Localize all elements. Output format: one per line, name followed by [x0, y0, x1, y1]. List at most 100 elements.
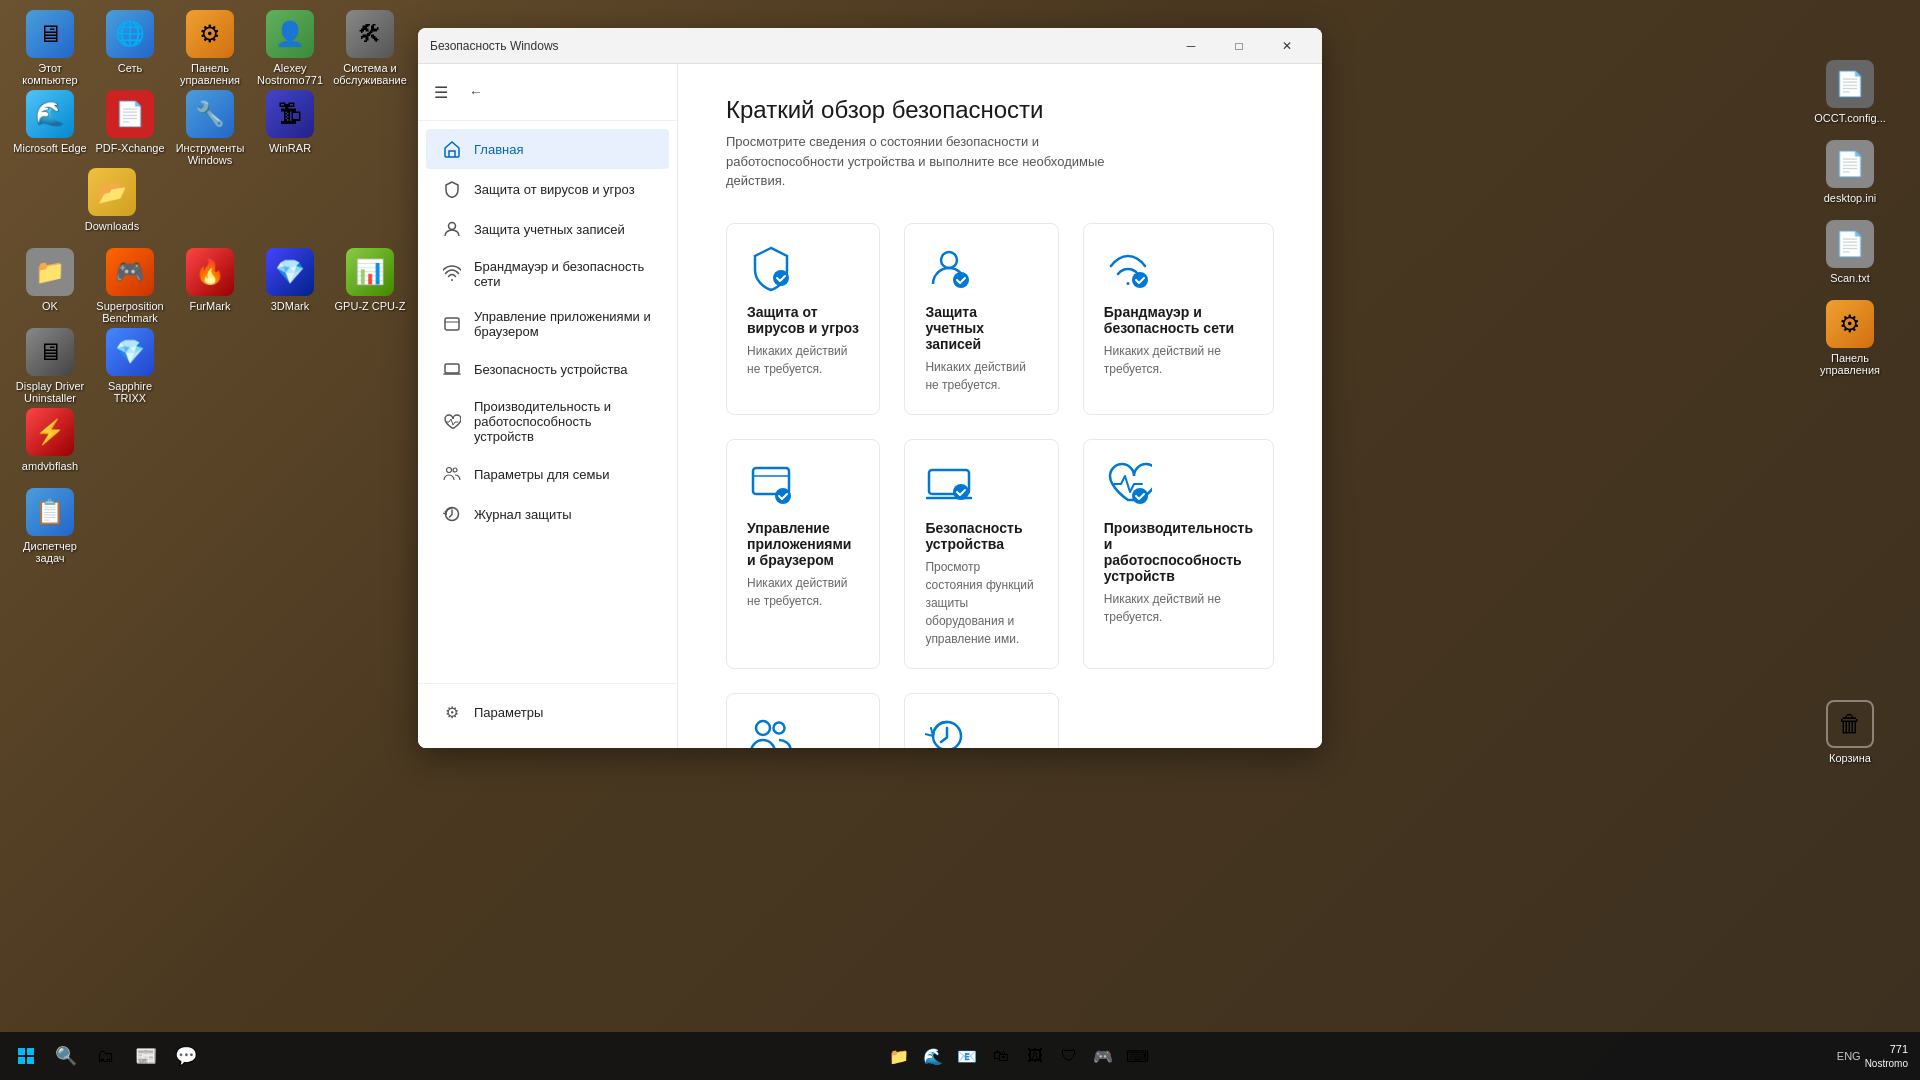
time-block: 771 Nostromo — [1865, 1042, 1908, 1069]
desktop-icon-tools[interactable]: 🔧 Инструменты Windows — [170, 90, 250, 166]
desktop-icon-desktopini[interactable]: 📄 desktop.ini — [1810, 140, 1890, 204]
svg-rect-21 — [27, 1057, 34, 1064]
sidebar-item-device[interactable]: Безопасность устройства — [426, 349, 669, 389]
heart-nav-icon — [442, 412, 462, 432]
card-icon-performance — [1104, 460, 1152, 508]
desktop-icon-user[interactable]: 👤 Alexey Nostromo771 — [250, 10, 330, 86]
desktop-icon-furmark[interactable]: 🔥 FurMark — [170, 248, 250, 312]
desktop-icon-winrar[interactable]: 🗜 WinRAR — [250, 90, 330, 154]
taskbar-lang: ENG — [1837, 1050, 1861, 1062]
card-family[interactable]: Параметры для семьи Определяйте условия … — [726, 693, 880, 749]
desktop-icon-pdf[interactable]: 📄 PDF-Xchange — [90, 90, 170, 154]
tb-mail[interactable]: 📧 — [951, 1040, 983, 1072]
tb-edge[interactable]: 🌊 — [917, 1040, 949, 1072]
desktop-icon-occt[interactable]: 📄 OCCT.config... — [1810, 60, 1890, 124]
card-apps[interactable]: Управление приложениями и браузером Ника… — [726, 439, 880, 669]
sidebar-item-home[interactable]: Главная — [426, 129, 669, 169]
settings-label: Параметры — [474, 705, 543, 720]
widgets-button[interactable]: 📰 — [128, 1038, 164, 1074]
tb-explorer[interactable]: 📁 — [883, 1040, 915, 1072]
card-title-accounts: Защита учетных записей — [925, 304, 1037, 352]
sidebar-top: ☰ ← — [418, 64, 677, 121]
desktop-icon-controlpanel2[interactable]: ⚙ Панель управления — [1810, 300, 1890, 376]
desktop-icon-taskmanager[interactable]: 📋 Диспетчер задач — [10, 488, 90, 564]
card-device[interactable]: Безопасность устройства Просмотр состоян… — [904, 439, 1058, 669]
desktop-icon-scan[interactable]: 📄 Scan.txt — [1810, 220, 1890, 284]
desktop-icon-control-panel[interactable]: ⚙ Панель управления — [170, 10, 250, 86]
desktop-icon-sapphire[interactable]: 💎 Sapphire TRIXX — [90, 328, 170, 404]
card-desc-virus: Никаких действий не требуется. — [747, 342, 859, 378]
card-title-firewall: Брандмауэр и безопасность сети — [1104, 304, 1253, 336]
tb-game[interactable]: 🎮 — [1087, 1040, 1119, 1072]
window-body: ☰ ← Главная — [418, 64, 1322, 748]
desktop-icon-amdvbflash[interactable]: ⚡ amdvbflash — [10, 408, 90, 472]
sidebar-item-virus[interactable]: Защита от вирусов и угроз — [426, 169, 669, 209]
history-nav-icon — [442, 504, 462, 524]
desktop-icon-3dmark[interactable]: 💎 3DMark — [250, 248, 330, 312]
card-virus[interactable]: Защита от вирусов и угроз Никаких действ… — [726, 223, 880, 415]
card-icon-family — [747, 714, 795, 749]
desktop-icon-edge[interactable]: 🌊 Microsoft Edge — [10, 90, 90, 154]
minimize-button[interactable]: ─ — [1168, 31, 1214, 61]
taskview-button[interactable]: 🗂 — [88, 1038, 124, 1074]
svg-rect-1 — [445, 318, 459, 330]
svg-point-11 — [775, 488, 791, 504]
sidebar-item-accounts[interactable]: Защита учетных записей — [426, 209, 669, 249]
sidebar-item-accounts-label: Защита учетных записей — [474, 222, 625, 237]
tb-photos[interactable]: 🖼 — [1019, 1040, 1051, 1072]
sidebar-item-family[interactable]: Параметры для семьи — [426, 454, 669, 494]
card-desc-performance: Никаких действий не требуется. — [1104, 590, 1253, 626]
window-title: Безопасность Windows — [430, 39, 1168, 53]
tb-security[interactable]: 🛡 — [1053, 1040, 1085, 1072]
card-icon-accounts — [925, 244, 973, 292]
person-nav-icon — [442, 219, 462, 239]
sidebar-item-performance[interactable]: Производительность и работоспособность у… — [426, 389, 669, 454]
desktop-icon-gpuz[interactable]: 📊 GPU-Z CPU-Z — [330, 248, 410, 312]
maximize-button[interactable]: □ — [1216, 31, 1262, 61]
svg-rect-2 — [445, 364, 459, 373]
shield-nav-icon — [442, 179, 462, 199]
desktop-icon-downloads[interactable]: 📂 Downloads — [72, 168, 152, 232]
desktop-icon-superposition[interactable]: 🎮 Superposition Benchmark — [90, 248, 170, 324]
svg-point-14 — [1132, 488, 1148, 504]
hamburger-icon[interactable]: ☰ — [434, 83, 448, 102]
sidebar-item-virus-label: Защита от вирусов и угроз — [474, 182, 635, 197]
desktop-icon-network[interactable]: 🌐 Сеть — [90, 10, 170, 74]
desktop-icon-system[interactable]: 🛠 Система и обслуживание — [330, 10, 410, 86]
tb-store[interactable]: 🛍 — [985, 1040, 1017, 1072]
tb-terminal[interactable]: ⌨ — [1121, 1040, 1153, 1072]
desktop-icon-ddu[interactable]: 🖥 Display Driver Uninstaller — [10, 328, 90, 404]
svg-point-16 — [774, 722, 785, 733]
main-content: Краткий обзор безопасности Просмотрите с… — [678, 64, 1322, 748]
settings-icon: ⚙ — [442, 702, 462, 722]
settings-item[interactable]: ⚙ Параметры — [434, 692, 661, 732]
svg-rect-18 — [18, 1048, 25, 1055]
svg-point-6 — [773, 270, 789, 286]
card-icon-virus — [747, 244, 795, 292]
sidebar-item-performance-label: Производительность и работоспособность у… — [474, 399, 653, 444]
svg-point-7 — [941, 252, 957, 268]
page-title: Краткий обзор безопасности — [726, 96, 1274, 124]
desktop-icon-ok[interactable]: 📁 OK — [10, 248, 90, 312]
back-button[interactable]: ← — [460, 76, 492, 108]
search-button[interactable]: 🔍 — [48, 1038, 84, 1074]
chat-button[interactable]: 💬 — [168, 1038, 204, 1074]
start-button[interactable] — [8, 1038, 44, 1074]
desktop-icons-right: 📄 OCCT.config... 📄 desktop.ini 📄 Scan.tx… — [1800, 0, 1920, 780]
sidebar-item-history-label: Журнал защиты — [474, 507, 572, 522]
desktop-icon-computer[interactable]: 🖥 Этот компьютер — [10, 10, 90, 86]
desktop-icon-recycle[interactable]: 🗑 Корзина — [1810, 700, 1890, 764]
taskbar-user: Nostromo — [1865, 1057, 1908, 1070]
sidebar-item-apps[interactable]: Управление приложениями и браузером — [426, 299, 669, 349]
close-button[interactable]: ✕ — [1264, 31, 1310, 61]
card-accounts[interactable]: Защита учетных записей Никаких действий … — [904, 223, 1058, 415]
card-title-apps: Управление приложениями и браузером — [747, 520, 859, 568]
card-performance[interactable]: Производительность и работоспособность у… — [1083, 439, 1274, 669]
sidebar-item-firewall[interactable]: Брандмауэр и безопасность сети — [426, 249, 669, 299]
sidebar-item-history[interactable]: Журнал защиты — [426, 494, 669, 534]
svg-point-8 — [953, 272, 969, 288]
svg-rect-20 — [18, 1057, 25, 1064]
sidebar-item-device-label: Безопасность устройства — [474, 362, 628, 377]
card-firewall[interactable]: Брандмауэр и безопасность сети Никаких д… — [1083, 223, 1274, 415]
card-history[interactable]: Журнал защиты Просмотрите последние дейс… — [904, 693, 1058, 749]
